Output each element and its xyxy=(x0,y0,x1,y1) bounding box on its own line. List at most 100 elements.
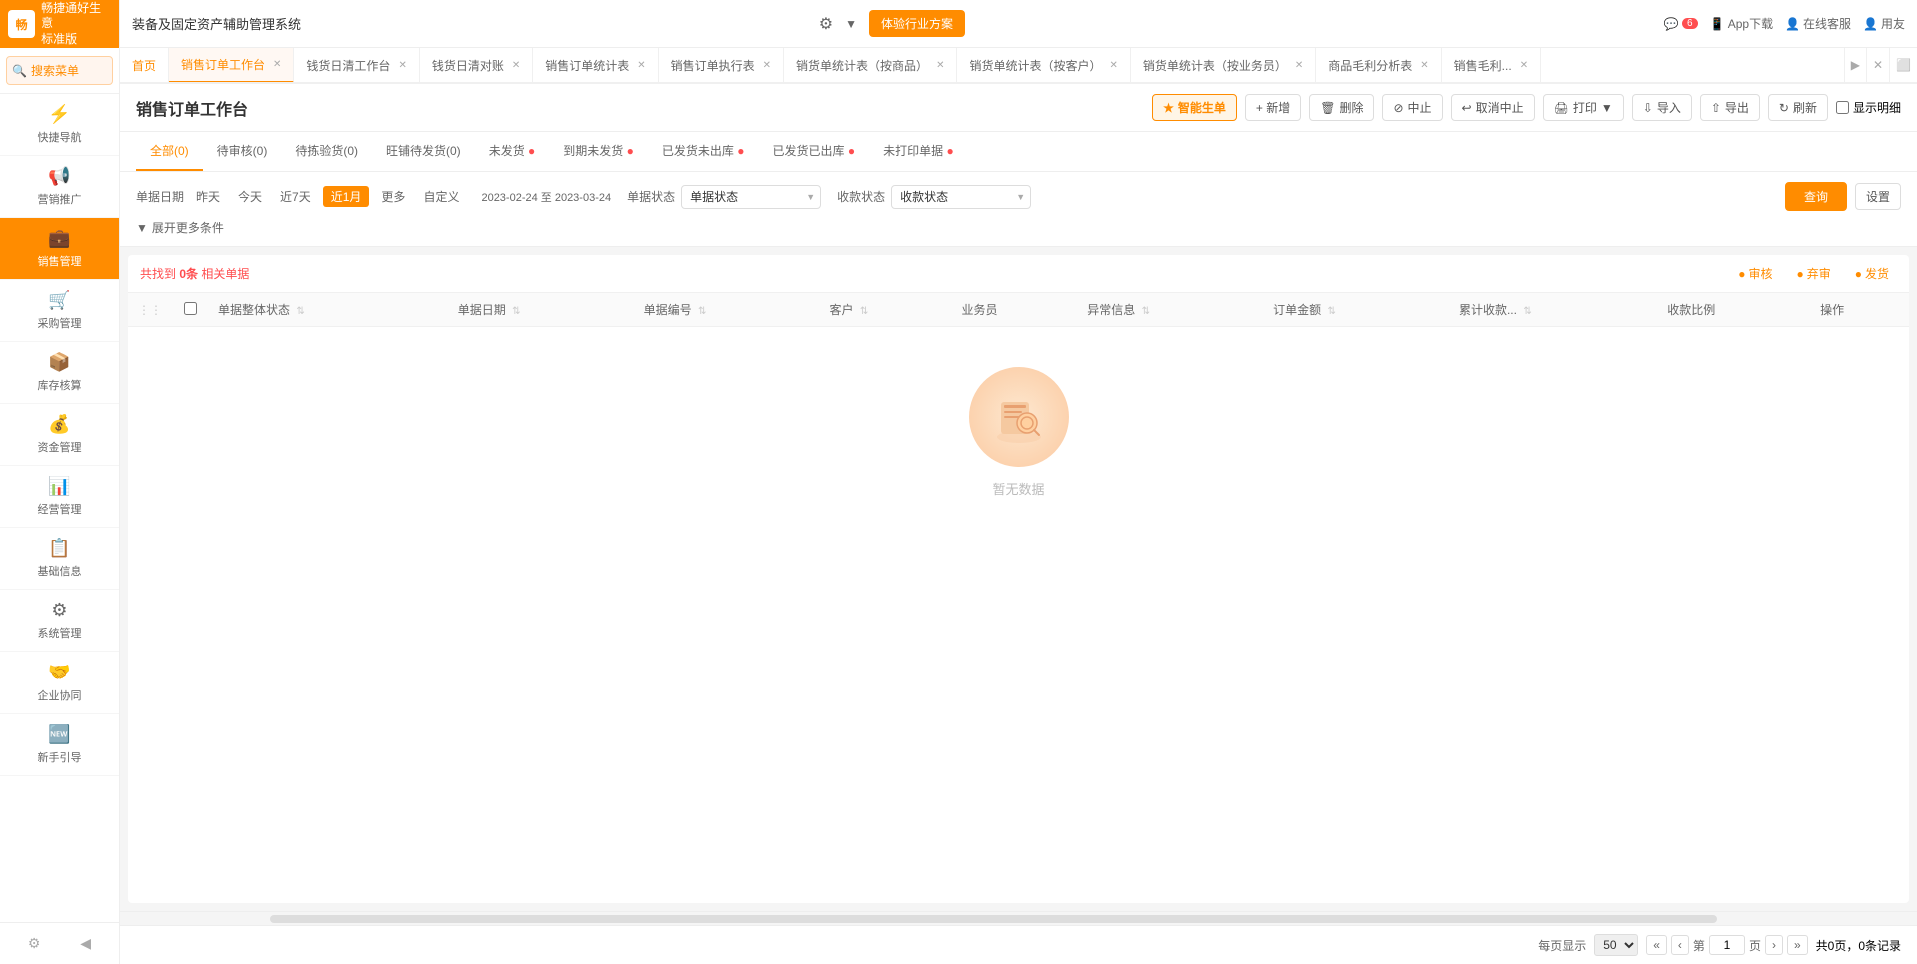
tab-close-cash-goods-recon[interactable]: ✕ xyxy=(512,60,520,71)
message-button[interactable]: 💬 6 xyxy=(1664,17,1698,31)
settings-filter-button[interactable]: 设置 xyxy=(1855,183,1901,210)
sub-tab-overdue-not-shipped[interactable]: 到期未发货 ● xyxy=(549,132,648,171)
date-last1month[interactable]: 近1月 xyxy=(323,186,370,207)
sub-tab-shipped-not-in[interactable]: 已发货未出库 ● xyxy=(648,132,759,171)
page-toolbar: ★ 智能生单 + 新增 🗑 删除 ⊘ 中止 ↩ 取消中止 🖨 xyxy=(1152,94,1901,121)
add-button[interactable]: + 新增 xyxy=(1245,94,1301,121)
tab-close-sales-stats-customer[interactable]: ✕ xyxy=(1109,60,1117,71)
payment-select[interactable]: 收款状态 xyxy=(891,185,1031,209)
tab-close-sales-amount[interactable]: ✕ xyxy=(1520,60,1528,71)
export-button[interactable]: ⇧ 导出 xyxy=(1700,94,1760,121)
sidebar-item-guide[interactable]: 🆕 新手引导 xyxy=(0,714,119,776)
unaudit-btn[interactable]: ● 弃审 xyxy=(1788,263,1838,284)
print-button[interactable]: 🖨 打印 ▼ xyxy=(1543,94,1624,121)
payment-filter: 收款状态 收款状态 xyxy=(837,185,1031,209)
sidebar-item-finance[interactable]: 💰 资金管理 xyxy=(0,404,119,466)
tab-sales-stats-customer[interactable]: 销货单统计表（按客户） ✕ xyxy=(957,48,1130,83)
prev-page-btn[interactable]: ‹ xyxy=(1671,935,1689,955)
scrollbar-thumb[interactable] xyxy=(270,915,1717,923)
settings-bottom-btn[interactable]: ⚙ xyxy=(24,931,45,956)
tab-sales-stats-product[interactable]: 销货单统计表（按商品） ✕ xyxy=(784,48,957,83)
last-page-btn[interactable]: » xyxy=(1787,935,1808,955)
tab-close-all[interactable]: ✕ xyxy=(1866,48,1889,83)
date-last7[interactable]: 近7天 xyxy=(274,186,317,207)
sub-tab-all[interactable]: 全部(0) xyxy=(136,132,203,171)
import-button[interactable]: ⇩ 导入 xyxy=(1632,94,1692,121)
tab-close-sales-stats[interactable]: ✕ xyxy=(637,60,645,71)
smart-gen-button[interactable]: ★ 智能生单 xyxy=(1152,94,1237,121)
next-page-btn[interactable]: › xyxy=(1765,935,1783,955)
sidebar-item-operations[interactable]: 📊 经营管理 xyxy=(0,466,119,528)
user-menu[interactable]: 👤 用友 xyxy=(1863,15,1905,32)
tab-close-sales-stats-staff[interactable]: ✕ xyxy=(1295,60,1303,71)
first-page-btn[interactable]: « xyxy=(1646,935,1667,955)
sub-tab-wangpu-pending[interactable]: 旺铺待发货(0) xyxy=(372,132,475,171)
show-detail-label[interactable]: 显示明细 xyxy=(1836,99,1901,116)
sidebar-item-sales[interactable]: 💼 销售管理 xyxy=(0,218,119,280)
status-filter-label: 单据状态 xyxy=(627,188,675,205)
search-menu-button[interactable]: 🔍 搜索菜单 xyxy=(6,56,113,85)
sidebar-item-inventory[interactable]: 📦 库存核算 xyxy=(0,342,119,404)
sidebar-item-label: 系统管理 xyxy=(38,625,82,641)
tab-maximize[interactable]: ⬜ xyxy=(1889,48,1917,83)
sub-tab-pending-review[interactable]: 待审核(0) xyxy=(203,132,282,171)
tab-cashier-daily[interactable]: 钱货日清工作台 ✕ xyxy=(294,48,419,83)
sub-tab-pending-inspection[interactable]: 待拣验货(0) xyxy=(281,132,372,171)
sidebar-item-marketing[interactable]: 📢 营销推广 xyxy=(0,156,119,218)
date-col-header: 单据日期 ⇅ xyxy=(448,293,634,327)
query-button[interactable]: 查询 xyxy=(1785,182,1847,211)
tab-sales-workbench[interactable]: 销售订单工作台 ✕ xyxy=(169,48,294,83)
cancel-stop-button[interactable]: ↩ 取消中止 xyxy=(1451,94,1535,121)
sub-tab-not-shipped[interactable]: 未发货 ● xyxy=(475,132,550,171)
stop-button[interactable]: ⊘ 中止 xyxy=(1382,94,1442,121)
status-select[interactable]: 单据状态 xyxy=(681,185,821,209)
tab-sales-stats[interactable]: 销售订单统计表 ✕ xyxy=(533,48,658,83)
date-yesterday[interactable]: 昨天 xyxy=(190,186,226,207)
user-icon: 👤 xyxy=(1863,17,1878,31)
industry-plan-button[interactable]: 体验行业方案 xyxy=(869,10,965,37)
tab-close-sales-exec[interactable]: ✕ xyxy=(763,60,771,71)
sidebar-item-basic-info[interactable]: 📋 基础信息 xyxy=(0,528,119,590)
tab-close-cashier-daily[interactable]: ✕ xyxy=(398,60,406,71)
per-page-select[interactable]: 50 xyxy=(1594,934,1638,956)
sidebar-item-enterprise[interactable]: 🤝 企业协同 xyxy=(0,652,119,714)
sidebar-item-purchase[interactable]: 🛒 采购管理 xyxy=(0,280,119,342)
date-custom[interactable]: 自定义 xyxy=(417,186,465,207)
date-more[interactable]: 更多 xyxy=(375,186,411,207)
select-all-checkbox[interactable] xyxy=(184,302,197,315)
refresh-button[interactable]: ↻ 刷新 xyxy=(1768,94,1828,121)
collapse-btn[interactable]: ◀ xyxy=(76,931,95,956)
inventory-icon: 📦 xyxy=(48,352,70,373)
tab-sales-stats-staff[interactable]: 销货单统计表（按业务员） ✕ xyxy=(1131,48,1316,83)
show-detail-checkbox[interactable] xyxy=(1836,101,1849,114)
tab-close-sales-stats-product[interactable]: ✕ xyxy=(936,60,944,71)
sidebar-item-label: 新手引导 xyxy=(38,749,82,765)
audit-btn[interactable]: ● 审核 xyxy=(1730,263,1780,284)
sub-tab-not-printed[interactable]: 未打印单据 ● xyxy=(869,132,968,171)
table-count: 共找到 0条 相关单据 xyxy=(140,265,249,282)
tab-sales-amount[interactable]: 销售毛利... ✕ xyxy=(1442,48,1541,83)
app-download-button[interactable]: 📱 App下载 xyxy=(1710,15,1773,32)
date-today[interactable]: 今天 xyxy=(232,186,268,207)
page-number-input[interactable] xyxy=(1709,935,1745,955)
horizontal-scrollbar[interactable] xyxy=(120,911,1917,925)
system-dropdown[interactable]: ▼ xyxy=(845,17,857,31)
expand-conditions-btn[interactable]: ▼ 展开更多条件 xyxy=(136,219,1901,236)
main-area: 装备及固定资产辅助管理系统 ⚙ ▼ 体验行业方案 💬 6 📱 App下载 👤 在… xyxy=(120,0,1917,964)
date-options: 昨天 今天 近7天 近1月 更多 自定义 xyxy=(190,186,465,207)
sidebar-item-quick-nav[interactable]: ⚡ 快捷导航 xyxy=(0,94,119,156)
tab-cash-goods-recon[interactable]: 钱货日清对账 ✕ xyxy=(420,48,533,83)
tab-scroll-right[interactable]: ▶ xyxy=(1844,48,1866,83)
sidebar-item-system[interactable]: ⚙ 系统管理 xyxy=(0,590,119,652)
online-service-button[interactable]: 👤 在线客服 xyxy=(1785,15,1851,32)
ship-btn[interactable]: ● 发货 xyxy=(1847,263,1897,284)
sidebar-search-section: 🔍 搜索菜单 xyxy=(0,48,119,94)
delete-button[interactable]: 🗑 删除 xyxy=(1309,94,1374,121)
tab-product-margin[interactable]: 商品毛利分析表 ✕ xyxy=(1316,48,1441,83)
tab-close-sales-workbench[interactable]: ✕ xyxy=(273,59,281,70)
tab-sales-exec[interactable]: 销售订单执行表 ✕ xyxy=(659,48,784,83)
tab-home[interactable]: 首页 xyxy=(120,48,169,83)
gear-button[interactable]: ⚙ xyxy=(819,14,833,34)
sub-tab-shipped-in[interactable]: 已发货已出库 ● xyxy=(759,132,870,171)
tab-close-product-margin[interactable]: ✕ xyxy=(1420,60,1428,71)
